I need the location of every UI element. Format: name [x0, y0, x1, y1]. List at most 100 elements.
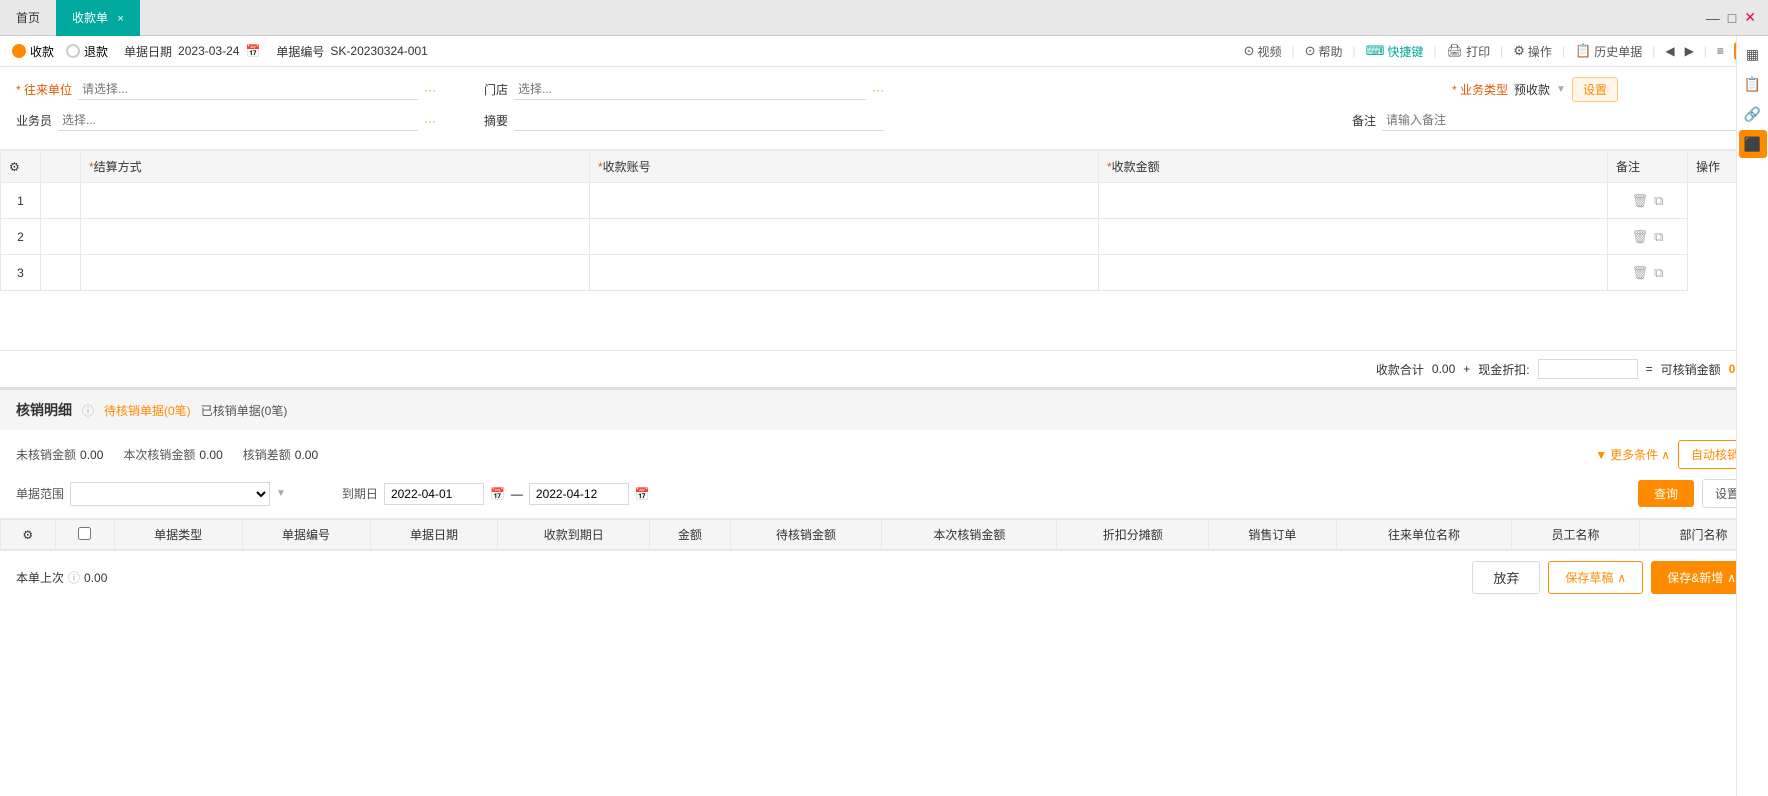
- th-note: 备注: [1608, 151, 1688, 183]
- sep4: |: [1500, 44, 1503, 58]
- history-btn[interactable]: 📋 历史单据: [1575, 43, 1642, 60]
- vth-check[interactable]: [55, 520, 114, 550]
- delete-row-2-btn[interactable]: 🗑: [1632, 229, 1649, 245]
- help-btn[interactable]: ⊙ 帮助: [1305, 43, 1343, 60]
- td-settlement-2[interactable]: [41, 219, 81, 255]
- amount-input-2[interactable]: [590, 219, 1098, 254]
- maximize-btn[interactable]: □: [1728, 10, 1736, 26]
- vth-sales-order: 销售订单: [1208, 520, 1336, 550]
- amount-input-1[interactable]: [590, 183, 1098, 218]
- account-input-1[interactable]: [81, 183, 589, 218]
- shop-input[interactable]: [514, 79, 866, 100]
- salesperson-input[interactable]: [58, 110, 418, 131]
- minimize-btn[interactable]: —: [1706, 10, 1720, 26]
- save-draft-btn[interactable]: 保存草稿 ∧: [1548, 561, 1643, 594]
- video-btn[interactable]: ⊙ 视频: [1244, 43, 1282, 60]
- settings-button[interactable]: 设置: [1572, 77, 1618, 102]
- delete-row-3-btn[interactable]: 🗑: [1632, 265, 1649, 281]
- account-input-2[interactable]: [81, 219, 589, 254]
- account-input-3[interactable]: [81, 255, 589, 290]
- close-btn[interactable]: ✕: [1744, 9, 1756, 26]
- note-input-3[interactable]: [1099, 255, 1607, 290]
- td-account-1[interactable]: [81, 183, 590, 219]
- range-select[interactable]: [70, 482, 270, 506]
- tab-receipt[interactable]: 收款单 ×: [56, 0, 140, 36]
- right-panel-btn-4[interactable]: ⬛: [1739, 130, 1767, 158]
- right-panel-btn-2[interactable]: 📋: [1739, 70, 1767, 98]
- pending-tab[interactable]: 待核销单据(0笔): [104, 402, 191, 419]
- due-date-to-input[interactable]: [529, 483, 629, 505]
- vth-pending-amount: 待核销金额: [730, 520, 882, 550]
- tab-close-icon[interactable]: ×: [117, 13, 123, 25]
- td-note-2[interactable]: [1099, 219, 1608, 255]
- print-btn[interactable]: 🖨 打印: [1447, 43, 1491, 60]
- td-amount-1[interactable]: [590, 183, 1099, 219]
- chevron-up-icon: ∧: [1661, 448, 1670, 462]
- calendar-icon[interactable]: 📅: [245, 44, 260, 58]
- right-panel-btn-3[interactable]: 🔗: [1739, 100, 1767, 128]
- settlement-input-3[interactable]: [41, 255, 80, 290]
- sep3: |: [1433, 44, 1436, 58]
- copy-row-2-btn[interactable]: ⧉: [1654, 229, 1663, 245]
- discount-input[interactable]: [1538, 359, 1638, 379]
- td-note-1[interactable]: [1099, 183, 1608, 219]
- td-amount-2[interactable]: [590, 219, 1099, 255]
- current-verif-stat: 本次核销金额 0.00: [123, 446, 222, 463]
- sep6: |: [1652, 44, 1655, 58]
- counterpart-more-btn[interactable]: ···: [424, 83, 436, 97]
- sep2: |: [1353, 44, 1356, 58]
- td-note-3[interactable]: [1099, 255, 1608, 291]
- done-tab[interactable]: 已核销单据(0笔): [201, 402, 288, 419]
- td-amount-3[interactable]: [590, 255, 1099, 291]
- shortcut-btn[interactable]: ⌨ 快捷键: [1366, 43, 1424, 60]
- th-num: [41, 151, 81, 183]
- print-icon: 🖨: [1447, 43, 1464, 59]
- prev-btn[interactable]: ◀: [1665, 44, 1674, 58]
- range-filter: 单据范围 ▼: [16, 482, 286, 506]
- counterpart-field: 往来单位 ···: [16, 79, 436, 100]
- salesperson-more-btn[interactable]: ···: [424, 114, 436, 128]
- abandon-btn[interactable]: 放弃: [1472, 561, 1540, 594]
- select-all-checkbox[interactable]: [78, 527, 91, 540]
- settlement-input-2[interactable]: [41, 219, 80, 254]
- shop-more-btn[interactable]: ···: [872, 83, 884, 97]
- settlement-input-1[interactable]: [41, 183, 80, 218]
- right-panel-btn-1[interactable]: ▦: [1739, 40, 1767, 68]
- note-input[interactable]: [1382, 110, 1752, 131]
- business-type-chevron[interactable]: ▼: [1556, 84, 1566, 95]
- amount-input-3[interactable]: [590, 255, 1098, 290]
- calendar-to-icon[interactable]: 📅: [635, 487, 650, 501]
- tab-home[interactable]: 首页: [0, 0, 56, 36]
- action-bar: 本单上次 ⓘ 0.00 放弃 保存草稿 ∧ 保存&新增 ∧: [0, 550, 1768, 604]
- operate-btn[interactable]: ⚙ 操作: [1513, 43, 1552, 60]
- sep1: |: [1291, 44, 1294, 58]
- note-input-1[interactable]: [1099, 183, 1607, 218]
- query-btn[interactable]: 查询: [1638, 480, 1694, 507]
- keyboard-icon: ⌨: [1366, 43, 1385, 59]
- list-btn[interactable]: ≡: [1717, 44, 1724, 58]
- th-amount: *收款金额: [1099, 151, 1608, 183]
- due-date-from-input[interactable]: [384, 483, 484, 505]
- note-input-2[interactable]: [1099, 219, 1607, 254]
- verif-stats: 未核销金额 0.00 本次核销金额 0.00 核销差额 0.00 ▼ 更多条件 …: [16, 440, 1752, 469]
- radio-refund[interactable]: 退款: [66, 43, 108, 60]
- delete-row-1-btn[interactable]: 🗑: [1632, 193, 1649, 209]
- counterpart-input[interactable]: [78, 79, 418, 100]
- td-settlement-1[interactable]: [41, 183, 81, 219]
- th-gear[interactable]: ⚙: [1, 151, 41, 183]
- calendar-from-icon[interactable]: 📅: [490, 487, 505, 501]
- copy-row-1-btn[interactable]: ⧉: [1654, 193, 1663, 209]
- due-date-filter: 到期日 📅 — 📅: [342, 483, 650, 505]
- td-settlement-3[interactable]: [41, 255, 81, 291]
- copy-row-3-btn[interactable]: ⧉: [1654, 265, 1663, 281]
- vth-gear[interactable]: ⚙: [1, 520, 56, 550]
- diff-stat: 核销差额 0.00: [243, 446, 318, 463]
- more-conditions-btn[interactable]: ▼ 更多条件 ∧: [1595, 446, 1670, 463]
- section-info-icon[interactable]: ⓘ: [82, 402, 94, 419]
- next-btn[interactable]: ▶: [1685, 44, 1694, 58]
- summary-input[interactable]: [514, 110, 884, 131]
- radio-receipt[interactable]: 收款: [12, 43, 54, 60]
- verif-section: 未核销金额 0.00 本次核销金额 0.00 核销差额 0.00 ▼ 更多条件 …: [0, 430, 1768, 519]
- td-account-2[interactable]: [81, 219, 590, 255]
- td-account-3[interactable]: [81, 255, 590, 291]
